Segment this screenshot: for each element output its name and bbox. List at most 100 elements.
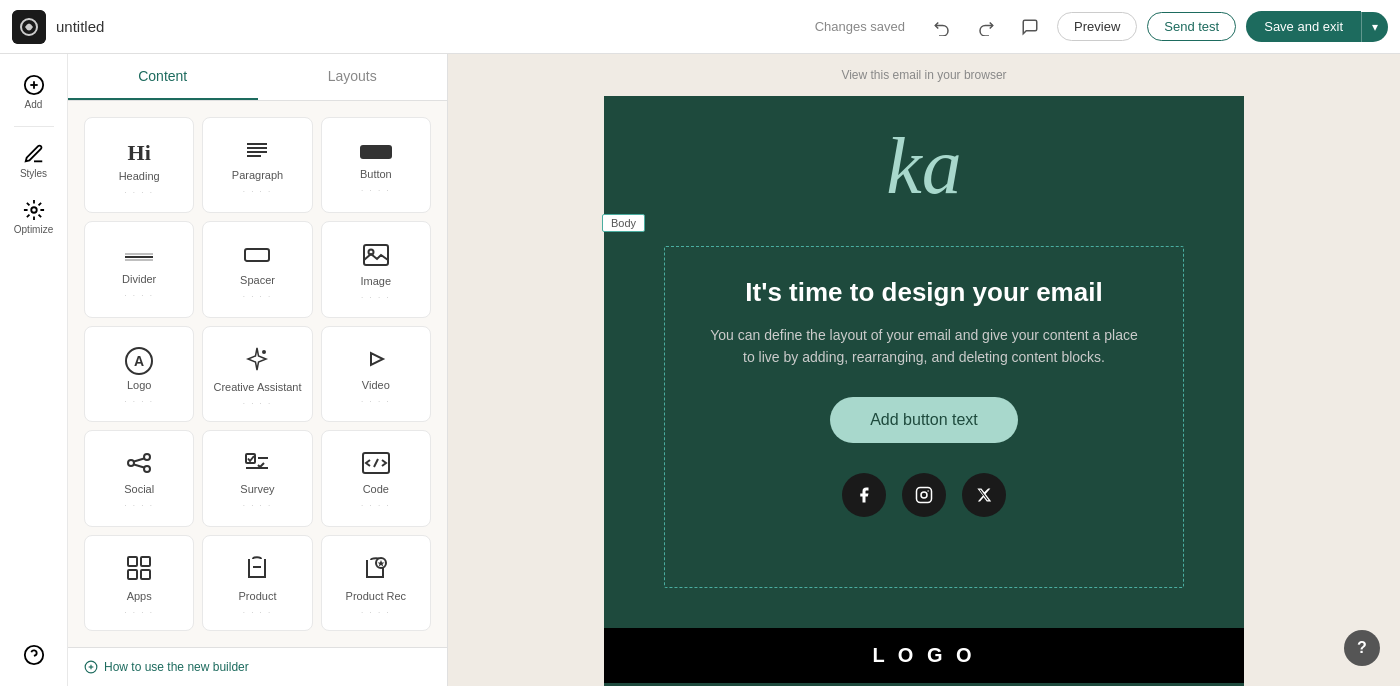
svg-line-25 [134,465,144,468]
paragraph-icon [245,140,269,165]
product-label: Product [239,590,277,602]
survey-icon [244,452,270,479]
social-x-icon[interactable] [962,473,1006,517]
icon-sidebar: Add Styles Optimize [0,54,68,686]
sidebar-item-add[interactable]: Add [5,66,63,118]
block-button[interactable]: Button · · · · [321,117,431,213]
product-icon [245,555,269,586]
block-grid: Hi Heading · · · · Paragraph · · · · [68,101,447,647]
social-icon [125,452,153,479]
panel-tabs: Content Layouts [68,54,447,101]
creative-assistant-label: Creative Assistant [213,381,301,393]
svg-point-5 [31,207,37,213]
paragraph-dots: · · · · [243,187,273,196]
image-dots: · · · · [361,293,391,302]
video-label: Video [362,379,390,391]
heading-icon: Hi [128,140,151,166]
svg-rect-32 [141,557,150,566]
image-icon [363,244,389,271]
paragraph-label: Paragraph [232,169,283,181]
creative-assistant-dots: · · · · [243,399,273,408]
apps-label: Apps [127,590,152,602]
email-logo-bar-text: L O G O [620,644,1228,667]
sidebar-styles-label: Styles [20,168,47,179]
svg-point-41 [921,492,927,498]
email-cta-button[interactable]: Add button text [830,397,1018,443]
block-code[interactable]: Code · · · · [321,430,431,526]
block-spacer[interactable]: Spacer · · · · [202,221,312,317]
video-dots: · · · · [361,397,391,406]
block-paragraph[interactable]: Paragraph · · · · [202,117,312,213]
email-subtext: You can define the layout of your email … [705,324,1143,369]
email-browser-link[interactable]: View this email in your browser [604,54,1244,96]
sidebar-item-optimize[interactable]: Optimize [5,191,63,243]
save-group: Save and exit ▾ [1246,11,1388,42]
apps-icon [126,555,152,586]
divider-dots: · · · · [124,291,154,300]
social-label: Social [124,483,154,495]
block-product[interactable]: Product · · · · [202,535,312,631]
email-body-border: It's time to design your email You can d… [664,246,1184,588]
button-dots: · · · · [361,186,391,195]
block-heading[interactable]: Hi Heading · · · · [84,117,194,213]
svg-rect-17 [364,245,388,265]
save-exit-button[interactable]: Save and exit [1246,11,1361,42]
app-logo[interactable] [12,10,46,44]
save-status: Changes saved [815,19,905,34]
help-link[interactable]: How to use the new builder [68,647,447,686]
button-label: Button [360,168,392,180]
logo-label: Logo [127,379,151,391]
block-logo[interactable]: A Logo · · · · [84,326,194,422]
svg-rect-40 [917,487,932,502]
redo-button[interactable] [969,10,1003,44]
svg-point-19 [262,350,266,354]
block-product-rec[interactable]: Product Rec · · · · [321,535,431,631]
product-dots: · · · · [243,608,273,617]
email-brand-logo: ka [624,126,1224,206]
button-icon [360,141,392,164]
undo-button[interactable] [925,10,959,44]
block-video[interactable]: Video · · · · [321,326,431,422]
comment-button[interactable] [1013,10,1047,44]
svg-point-23 [144,466,150,472]
spacer-dots: · · · · [243,292,273,301]
social-facebook-icon[interactable] [842,473,886,517]
social-instagram-icon[interactable] [902,473,946,517]
topbar: untitled Changes saved Preview Send test… [0,0,1400,54]
product-rec-dots: · · · · [361,608,391,617]
block-apps[interactable]: Apps · · · · [84,535,194,631]
document-title[interactable]: untitled [56,18,104,35]
spacer-icon [243,245,271,270]
send-test-button[interactable]: Send test [1147,12,1236,41]
svg-point-22 [144,454,150,460]
image-label: Image [361,275,392,287]
tab-content[interactable]: Content [68,54,258,100]
svg-line-24 [134,459,144,462]
sidebar-help[interactable] [5,636,63,674]
preview-button[interactable]: Preview [1057,12,1137,41]
product-rec-label: Product Rec [346,590,407,602]
block-survey[interactable]: Survey · · · · [202,430,312,526]
svg-marker-20 [371,353,383,365]
block-image[interactable]: Image · · · · [321,221,431,317]
email-body[interactable]: Body It's time to design your email You … [604,226,1244,628]
code-dots: · · · · [361,501,391,510]
email-logo-bar: L O G O [604,628,1244,683]
survey-label: Survey [240,483,274,495]
svg-rect-34 [141,570,150,579]
tab-layouts[interactable]: Layouts [258,54,448,100]
sidebar-add-label: Add [25,99,43,110]
block-divider[interactable]: Divider · · · · [84,221,194,317]
creative-assistant-icon [244,346,270,377]
block-social[interactable]: Social · · · · [84,430,194,526]
logo-icon: A [125,347,153,375]
product-rec-icon [363,555,389,586]
heading-label: Heading [119,170,160,182]
canvas-area[interactable]: View this email in your browser ka Body … [448,54,1400,686]
block-creative-assistant[interactable]: Creative Assistant · · · · [202,326,312,422]
save-dropdown-button[interactable]: ▾ [1361,12,1388,42]
help-link-text: How to use the new builder [104,660,249,674]
help-button[interactable]: ? [1344,630,1380,666]
body-section-label: Body [602,214,645,232]
sidebar-item-styles[interactable]: Styles [5,135,63,187]
